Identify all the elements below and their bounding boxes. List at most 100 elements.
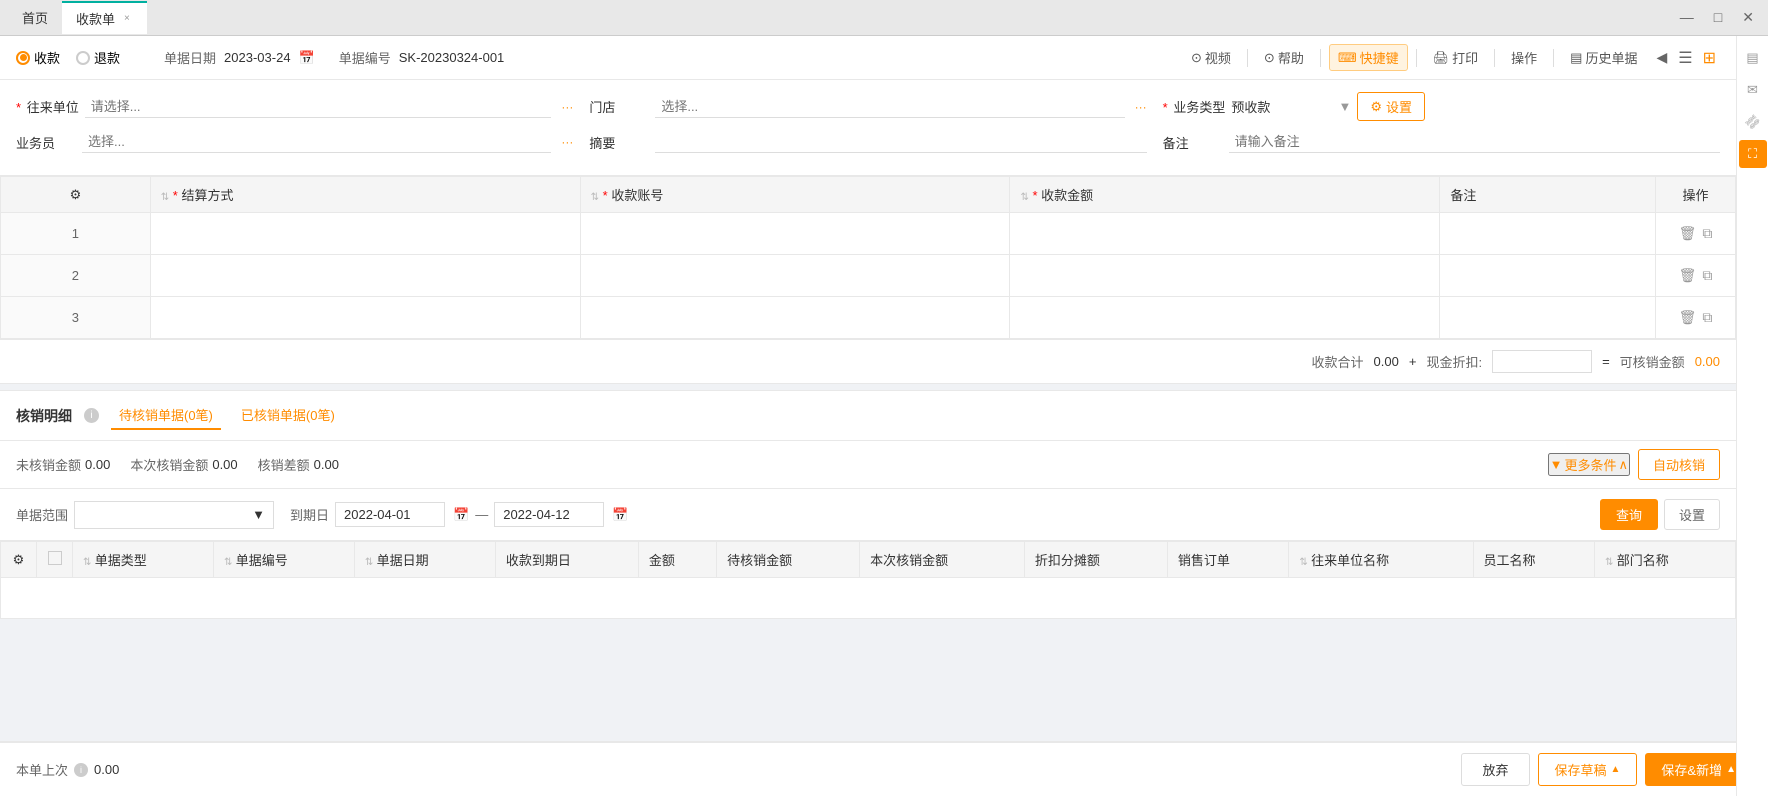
action-button[interactable]: 操作 (1503, 45, 1545, 70)
done-tab[interactable]: 已核销单据(0笔) (233, 401, 343, 430)
reconcile-title: 核销明细 (16, 406, 72, 426)
pending-tab[interactable]: 待核销单据(0笔) (111, 401, 221, 430)
filter-setting-button[interactable]: 设置 (1664, 499, 1720, 530)
print-button[interactable]: 🖨 打印 (1425, 45, 1487, 70)
table-row: 3 🗑 ⧉ (1, 297, 1736, 339)
summary-input[interactable] (655, 131, 1146, 153)
action-cell: 🗑 ⧉ (1656, 213, 1736, 255)
tab-close-icon[interactable]: × (121, 12, 133, 25)
lower-col-gear[interactable]: ⚙ (1, 542, 37, 578)
sidebar-table-icon: ▤ (1746, 50, 1758, 66)
select-all-checkbox[interactable] (48, 551, 62, 565)
filter-row: 单据范围 ▼ 到期日 📅 — 📅 查询 设置 (0, 489, 1736, 541)
save-draft-button[interactable]: 保存草稿 ▲ (1538, 753, 1638, 786)
minimize-button[interactable]: — (1674, 7, 1700, 28)
counterpart-more-btn[interactable]: ··· (561, 100, 573, 114)
close-button[interactable]: ✕ (1736, 7, 1760, 28)
tab-active[interactable]: 收款单 × (62, 1, 147, 34)
store-field: 门店 ··· (589, 96, 1146, 118)
refund-radio-label: 退款 (94, 48, 120, 67)
date-calendar-icon[interactable]: 📅 (299, 50, 315, 66)
reconcile-info-icon[interactable]: i (84, 408, 99, 423)
copy-icon[interactable]: ⧉ (1702, 225, 1712, 242)
settlement-cell[interactable] (150, 213, 580, 255)
prev-arrow[interactable]: ◀ (1653, 49, 1670, 66)
salesperson-more-btn[interactable]: ··· (561, 135, 573, 149)
form-area: * 往来单位 ··· 门店 ··· * 业务类型 预收款 ▼ (0, 80, 1736, 176)
bill-no-label: 单据编号 (339, 48, 391, 67)
col-account-header: ⇅ * 收款账号 (580, 177, 1010, 213)
range-select[interactable]: ▼ (74, 501, 274, 529)
receipt-radio[interactable]: 收款 (16, 48, 60, 67)
sidebar-email-btn[interactable]: ✉ (1739, 76, 1767, 104)
end-calendar-icon[interactable]: 📅 (612, 507, 628, 523)
refund-radio-circle (76, 51, 90, 65)
amount-cell[interactable] (1010, 255, 1440, 297)
lower-col-sales-order: 销售订单 (1167, 542, 1288, 578)
section-divider (0, 383, 1736, 391)
discard-button[interactable]: 放弃 (1461, 753, 1529, 786)
list-layout-btn[interactable]: ☰ (1674, 46, 1696, 70)
query-button[interactable]: 查询 (1600, 499, 1658, 530)
footer-right: 放弃 保存草稿 ▲ 保存&新增 ▲ (1461, 753, 1752, 786)
date-start-input[interactable] (335, 502, 445, 527)
sidebar-link-btn[interactable]: ⛓ (1739, 108, 1767, 136)
delete-icon[interactable]: 🗑 (1679, 267, 1697, 284)
row-no: 1 (1, 213, 151, 255)
history-button[interactable]: ▤ 历史单据 (1562, 45, 1645, 70)
form-setting-button[interactable]: ⚙ 设置 (1357, 92, 1425, 121)
sidebar-link-icon: ⛓ (1742, 112, 1763, 133)
layout-buttons: ☰ ⊞ (1674, 46, 1720, 70)
stats-row: 未核销金额 0.00 本次核销金额 0.00 核销差额 0.00 ▼ 更多条件 … (0, 441, 1736, 489)
video-button[interactable]: ⊙ 视频 (1183, 45, 1239, 70)
table-area: ⚙ ⇅ * 结算方式 ⇅ * 收款账号 ⇅ * 收款 (0, 176, 1736, 339)
more-conditions-button[interactable]: ▼ 更多条件 ∧ (1548, 453, 1630, 476)
video-icon: ⊙ (1191, 50, 1202, 66)
sep5 (1553, 49, 1554, 67)
account-cell[interactable] (580, 297, 1010, 339)
form-layout-btn[interactable]: ⊞ (1699, 46, 1720, 70)
remark-cell[interactable] (1440, 297, 1656, 339)
table-row: 1 🗑 ⧉ (1, 213, 1736, 255)
store-input[interactable] (655, 96, 1124, 118)
help-button[interactable]: ⊙ 帮助 (1256, 45, 1312, 70)
footer-left: 本单上次 i 0.00 (16, 760, 119, 779)
discount-input[interactable] (1492, 350, 1592, 373)
maximize-button[interactable]: □ (1708, 7, 1728, 28)
summary-field: 摘要 (589, 131, 1146, 153)
remark-cell[interactable] (1440, 255, 1656, 297)
start-calendar-icon[interactable]: 📅 (453, 507, 469, 523)
settlement-cell[interactable] (150, 255, 580, 297)
footer-info-icon[interactable]: i (74, 763, 88, 777)
copy-icon[interactable]: ⧉ (1702, 267, 1712, 284)
lower-col-employee: 员工名称 (1473, 542, 1594, 578)
remark-cell[interactable] (1440, 213, 1656, 255)
filter-actions: 查询 设置 (1600, 499, 1720, 530)
sidebar-camera-btn[interactable]: ⛶ (1739, 140, 1767, 168)
stats-row-right: ▼ 更多条件 ∧ 自动核销 (1548, 449, 1720, 480)
col-gear-header[interactable]: ⚙ (1, 177, 151, 213)
account-cell[interactable] (580, 213, 1010, 255)
delete-icon[interactable]: 🗑 (1679, 309, 1697, 326)
account-cell[interactable] (580, 255, 1010, 297)
amount-cell[interactable] (1010, 297, 1440, 339)
business-type-select[interactable]: 预收款 ▼ (1231, 97, 1351, 116)
remark-input[interactable] (1229, 131, 1720, 153)
salesperson-label: 业务员 (16, 133, 76, 152)
business-type-value: 预收款 (1231, 97, 1270, 116)
delete-icon[interactable]: 🗑 (1679, 225, 1697, 242)
lower-col-checkbox[interactable] (37, 542, 73, 578)
copy-icon[interactable]: ⧉ (1702, 309, 1712, 326)
sidebar-table-btn[interactable]: ▤ (1739, 44, 1767, 72)
refund-radio[interactable]: 退款 (76, 48, 120, 67)
settlement-cell[interactable] (150, 297, 580, 339)
tab-home[interactable]: 首页 (8, 2, 62, 33)
salesperson-input[interactable] (82, 131, 551, 153)
auto-reconcile-button[interactable]: 自动核销 (1638, 449, 1720, 480)
receipt-radio-circle (16, 51, 30, 65)
store-more-btn[interactable]: ··· (1135, 100, 1147, 114)
counterpart-input[interactable] (85, 96, 552, 118)
shortcut-button[interactable]: ⌨ 快捷键 (1329, 44, 1408, 71)
date-end-input[interactable] (494, 502, 604, 527)
amount-cell[interactable] (1010, 213, 1440, 255)
